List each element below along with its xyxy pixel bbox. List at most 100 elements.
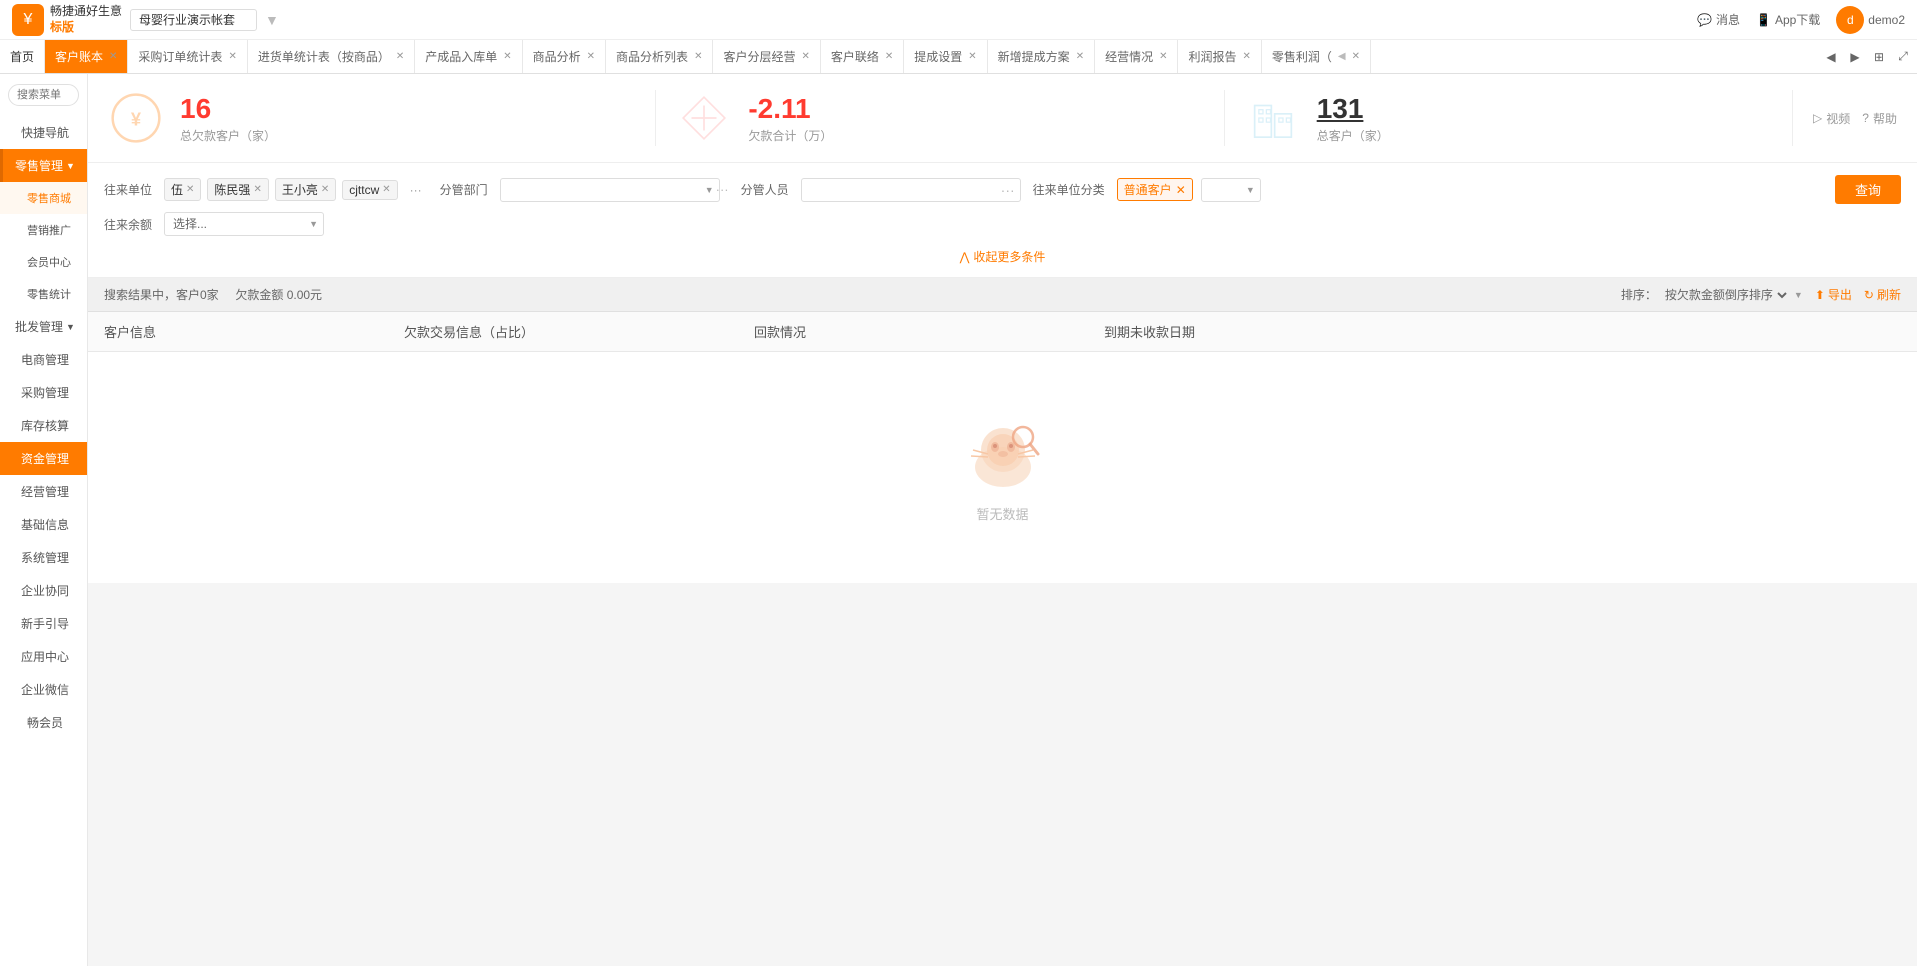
video-button[interactable]: ▷ 视频 bbox=[1813, 110, 1850, 127]
chevron-icon-batch: ▼ bbox=[66, 322, 75, 332]
sidebar-item-ecommerce[interactable]: 电商管理 bbox=[0, 343, 87, 376]
logo-area: ¥ 畅捷通好生意 标版 bbox=[12, 4, 122, 36]
balance-select[interactable]: 选择... bbox=[164, 212, 324, 236]
tab-purchase-stat[interactable]: 进货单统计表（按商品） ✕ bbox=[248, 40, 415, 74]
summary-info-2: -2.11 欠款合计（万） bbox=[748, 93, 832, 144]
tag-wu-close[interactable]: ✕ bbox=[186, 184, 194, 195]
app-download-button[interactable]: 📱 App下载 bbox=[1756, 11, 1820, 28]
tag-wang-close[interactable]: ✕ bbox=[321, 184, 329, 195]
sidebar-item-new-guide[interactable]: 新手引导 bbox=[0, 607, 87, 640]
overdue-customers-label: 总欠款客户（家） bbox=[180, 127, 276, 144]
tab-new-raise[interactable]: 新增提成方案 ✕ bbox=[988, 40, 1095, 74]
export-button[interactable]: ⬆ 导出 bbox=[1815, 286, 1852, 303]
home-label: 首页 bbox=[10, 48, 34, 65]
total-customers-number: 131 bbox=[1317, 93, 1389, 125]
sidebar-item-retail-stat[interactable]: 零售统计 bbox=[0, 278, 87, 310]
tab-customer-segment[interactable]: 客户分层经营 ✕ bbox=[713, 40, 820, 74]
results-actions: 排序： 按欠款金额倒序排序 ▼ ⬆ 导出 ↻ 刷新 bbox=[1621, 286, 1901, 303]
sidebar-item-purchase[interactable]: 采购管理 bbox=[0, 376, 87, 409]
tab-close-icon[interactable]: ✕ bbox=[1076, 51, 1084, 62]
sidebar-item-basic[interactable]: 基础信息 bbox=[0, 508, 87, 541]
user-menu[interactable]: d demo2 bbox=[1836, 6, 1905, 34]
tab-close-icon[interactable]: ✕ bbox=[503, 51, 511, 62]
tab-expand[interactable]: ⊞ bbox=[1869, 47, 1889, 67]
person-input[interactable] bbox=[801, 178, 1021, 202]
tab-close-icon[interactable]: ✕ bbox=[1243, 51, 1251, 62]
filter-tag-cj: cjttcw ✕ bbox=[342, 180, 397, 200]
sidebar-item-pro-member[interactable]: 畅会员 bbox=[0, 706, 87, 739]
tab-scroll-left[interactable]: ◀ bbox=[1821, 47, 1841, 67]
sidebar-item-system[interactable]: 系统管理 bbox=[0, 541, 87, 574]
tab-raise-settings[interactable]: 提成设置 ✕ bbox=[904, 40, 987, 74]
person-input-dots: ··· bbox=[1001, 182, 1015, 198]
tab-fullscreen[interactable]: ⤢ bbox=[1893, 47, 1913, 67]
sidebar-item-quick-nav[interactable]: 快捷导航 bbox=[0, 116, 87, 149]
tab-product-analysis[interactable]: 商品分析 ✕ bbox=[523, 40, 606, 74]
video-icon: ▷ bbox=[1813, 111, 1822, 125]
filter-bar: 往来单位 伍 ✕ 陈民强 ✕ 王小亮 ✕ cjttcw bbox=[88, 163, 1917, 278]
tab-customer-ledger[interactable]: 客户账本 ✕ bbox=[45, 40, 128, 74]
sidebar-item-member[interactable]: 会员中心 bbox=[0, 246, 87, 278]
tab-close-icon[interactable]: ✕ bbox=[885, 51, 893, 62]
tab-home[interactable]: 首页 bbox=[0, 40, 45, 74]
classify-select[interactable] bbox=[1201, 178, 1261, 202]
tab-close-icon[interactable]: ✕ bbox=[801, 51, 809, 62]
query-button[interactable]: 查询 bbox=[1835, 175, 1901, 204]
tab-close-icon[interactable]: ✕ bbox=[694, 51, 702, 62]
sidebar-item-operation[interactable]: 经营管理 bbox=[0, 475, 87, 508]
sidebar-item-batch[interactable]: 批发管理 ▼ bbox=[0, 310, 87, 343]
tab-close-icon[interactable]: ✕ bbox=[1352, 51, 1360, 62]
content-area: ¥ 16 总欠款客户（家） -2.11 bbox=[88, 74, 1917, 966]
sidebar: 快捷导航 零售管理 ▼ 零售商城 营销推广 会员中心 零售统计 批发管理 ▼ 电… bbox=[0, 74, 88, 966]
sidebar-item-retail-mall[interactable]: 零售商城 bbox=[0, 182, 87, 214]
logo-text: 畅捷通好生意 标版 bbox=[50, 4, 122, 35]
logo-icon: ¥ bbox=[12, 4, 44, 36]
tab-scroll-right[interactable]: ▶ bbox=[1845, 47, 1865, 67]
message-button[interactable]: 💬 消息 bbox=[1697, 11, 1740, 28]
phone-icon: 📱 bbox=[1756, 13, 1771, 27]
sidebar-item-inventory[interactable]: 库存核算 bbox=[0, 409, 87, 442]
sort-select[interactable]: 按欠款金额倒序排序 bbox=[1661, 287, 1790, 303]
filter-tag-chen: 陈民强 ✕ bbox=[207, 178, 268, 201]
export-icon: ⬆ bbox=[1815, 288, 1825, 302]
overdue-amount-number: -2.11 bbox=[748, 93, 832, 125]
yuan-circle-icon: ¥ bbox=[108, 90, 164, 146]
sidebar-item-app-center[interactable]: 应用中心 bbox=[0, 640, 87, 673]
tab-profit[interactable]: 利润报告 ✕ bbox=[1178, 40, 1261, 74]
collapse-button[interactable]: ⋀ 收起更多条件 bbox=[960, 248, 1046, 265]
tab-customer-contact[interactable]: 客户联络 ✕ bbox=[821, 40, 904, 74]
sidebar-item-marketing[interactable]: 营销推广 bbox=[0, 214, 87, 246]
tab-close-icon[interactable]: ✕ bbox=[228, 51, 236, 62]
balance-label: 往来余额 bbox=[104, 216, 152, 233]
sidebar-search-input[interactable] bbox=[8, 84, 79, 106]
help-button[interactable]: ? 帮助 bbox=[1862, 110, 1897, 127]
tag-chen-close[interactable]: ✕ bbox=[253, 184, 261, 195]
table-header-customer: 客户信息 bbox=[104, 322, 404, 341]
tab-operation[interactable]: 经营情况 ✕ bbox=[1095, 40, 1178, 74]
empty-text: 暂无数据 bbox=[976, 504, 1028, 523]
sidebar-item-enterprise-wechat[interactable]: 企业微信 bbox=[0, 673, 87, 706]
message-icon: 💬 bbox=[1697, 13, 1712, 27]
tab-close-icon[interactable]: ✕ bbox=[109, 51, 117, 62]
diamond-cross-icon bbox=[676, 90, 732, 146]
tab-close-icon[interactable]: ✕ bbox=[396, 51, 404, 62]
tab-product-stock[interactable]: 产成品入库单 ✕ bbox=[415, 40, 522, 74]
table-header-repayment: 回款情况 bbox=[754, 322, 1104, 341]
dropdown-icon: ▼ bbox=[265, 12, 279, 28]
sidebar-item-finance[interactable]: 资金管理 bbox=[0, 442, 87, 475]
dept-select[interactable] bbox=[500, 178, 720, 202]
demo-select[interactable]: 母婴行业演示帐套 bbox=[130, 9, 257, 31]
tag-cj-close[interactable]: ✕ bbox=[382, 184, 390, 195]
refresh-button[interactable]: ↻ 刷新 bbox=[1864, 286, 1901, 303]
tab-close-icon[interactable]: ✕ bbox=[1159, 51, 1167, 62]
filter-tag-wu: 伍 ✕ bbox=[164, 178, 201, 201]
sidebar-item-enterprise-coop[interactable]: 企业协同 bbox=[0, 574, 87, 607]
tab-product-analysis-list[interactable]: 商品分析列表 ✕ bbox=[606, 40, 713, 74]
tab-retail-profit[interactable]: 零售利润（ ◀ ✕ bbox=[1262, 40, 1371, 74]
classify-tag-close[interactable]: ✕ bbox=[1176, 183, 1186, 197]
sidebar-item-retail[interactable]: 零售管理 ▼ bbox=[0, 149, 87, 182]
tab-purchase-order[interactable]: 采购订单统计表 ✕ bbox=[128, 40, 247, 74]
filter-tag-more[interactable]: ··· bbox=[404, 181, 428, 199]
tab-close-icon[interactable]: ✕ bbox=[968, 51, 976, 62]
tab-close-icon[interactable]: ✕ bbox=[587, 51, 595, 62]
